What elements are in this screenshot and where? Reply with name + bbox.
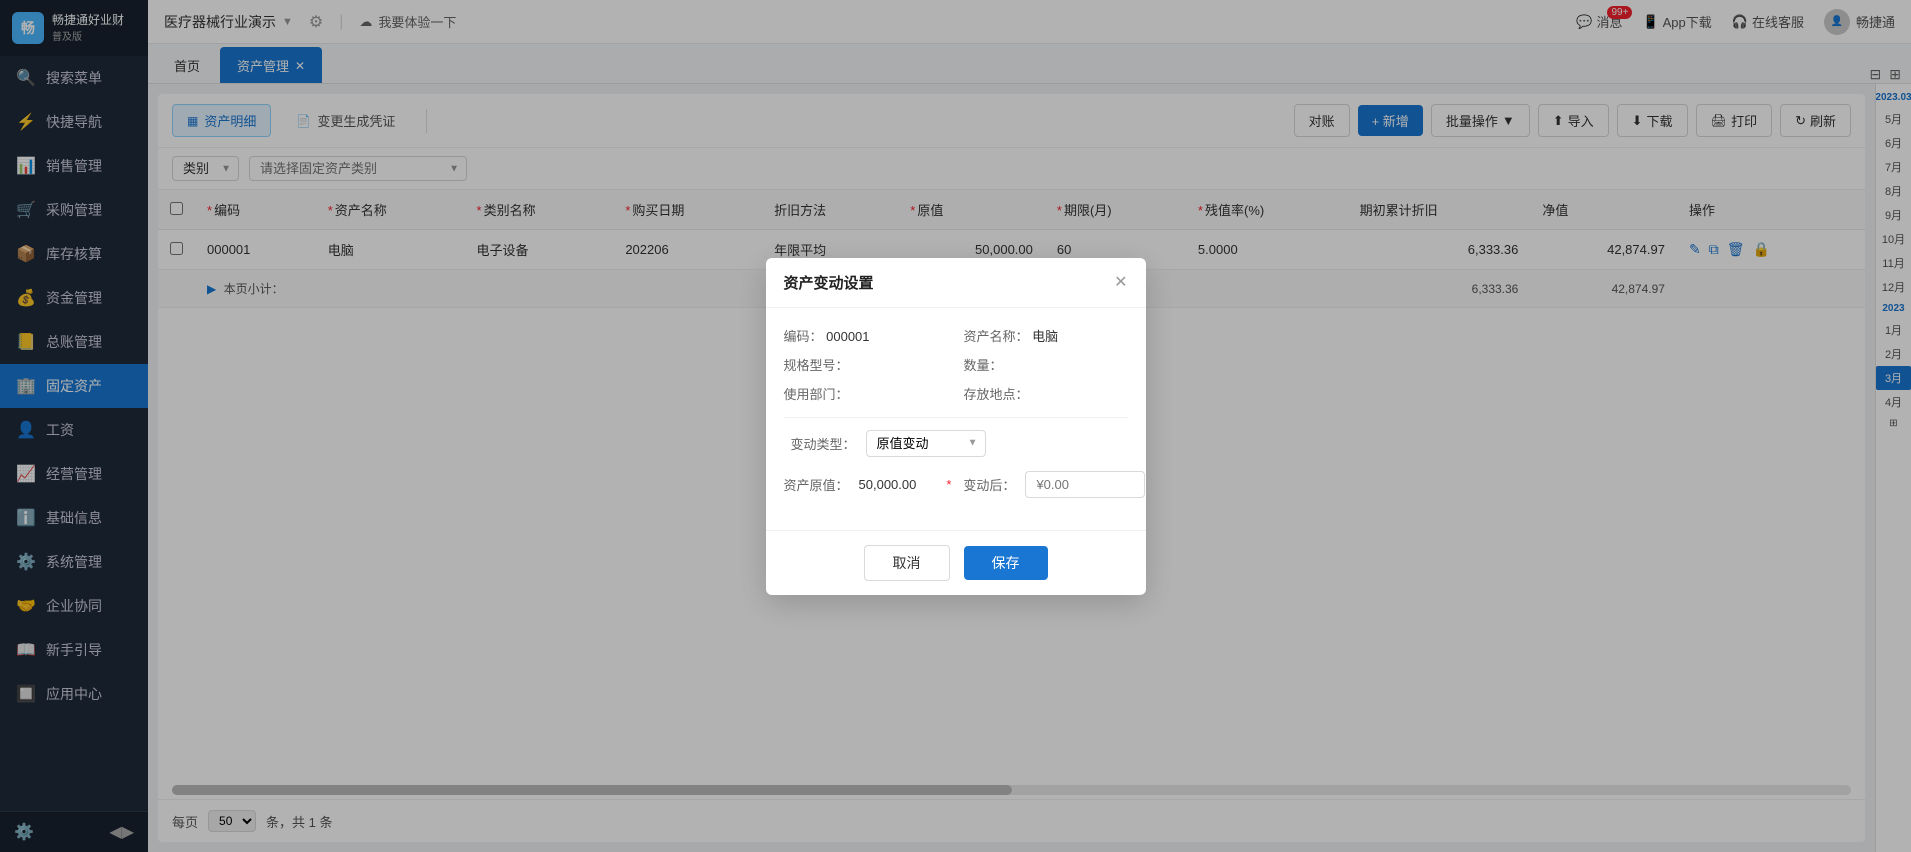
dialog-quantity-field: 数量： xyxy=(964,355,1128,374)
dialog-asset-name-field: 资产名称： 电脑 xyxy=(964,326,1128,345)
dialog-title: 资产变动设置 xyxy=(784,272,874,293)
dialog-info-grid: 编码： 000001 资产名称： 电脑 规格型号： 数量： 使用部门： xyxy=(784,326,1128,403)
asset-change-dialog: 资产变动设置 ✕ 编码： 000001 资产名称： 电脑 规格型号： 数量： xyxy=(766,258,1146,595)
after-change-input[interactable] xyxy=(1025,471,1145,498)
dialog-close-btn[interactable]: ✕ xyxy=(1114,272,1127,292)
dialog-divider xyxy=(784,417,1128,418)
dialog-footer: 取消 保存 xyxy=(766,530,1146,595)
dialog-code-value: 000001 xyxy=(826,329,869,344)
dialog-location-field: 存放地点： xyxy=(964,384,1128,403)
change-type-label: 变动类型： xyxy=(784,434,856,453)
dialog-spec-field: 规格型号： xyxy=(784,355,948,374)
after-change-label: 变动后： xyxy=(963,475,1015,494)
dialog-overlay: 资产变动设置 ✕ 编码： 000001 资产名称： 电脑 规格型号： 数量： xyxy=(0,0,1911,852)
required-star: * xyxy=(946,477,951,492)
dialog-department-field: 使用部门： xyxy=(784,384,948,403)
dialog-change-type-field: 变动类型： 原值变动 ▼ xyxy=(784,430,1128,457)
original-value-label: 资产原值： xyxy=(784,475,849,494)
dialog-original-value-field: 资产原值： 50,000.00 * 变动后： xyxy=(784,471,1128,498)
dialog-code-field: 编码： 000001 xyxy=(784,326,948,345)
original-value-display: 50,000.00 xyxy=(859,477,917,492)
cancel-button[interactable]: 取消 xyxy=(864,545,950,581)
dialog-header: 资产变动设置 ✕ xyxy=(766,258,1146,308)
dialog-asset-name-value: 电脑 xyxy=(1032,329,1058,344)
save-button[interactable]: 保存 xyxy=(964,546,1048,580)
change-type-select-wrap: 原值变动 ▼ xyxy=(866,430,986,457)
change-type-select[interactable]: 原值变动 xyxy=(866,430,986,457)
dialog-body: 编码： 000001 资产名称： 电脑 规格型号： 数量： 使用部门： xyxy=(766,308,1146,530)
